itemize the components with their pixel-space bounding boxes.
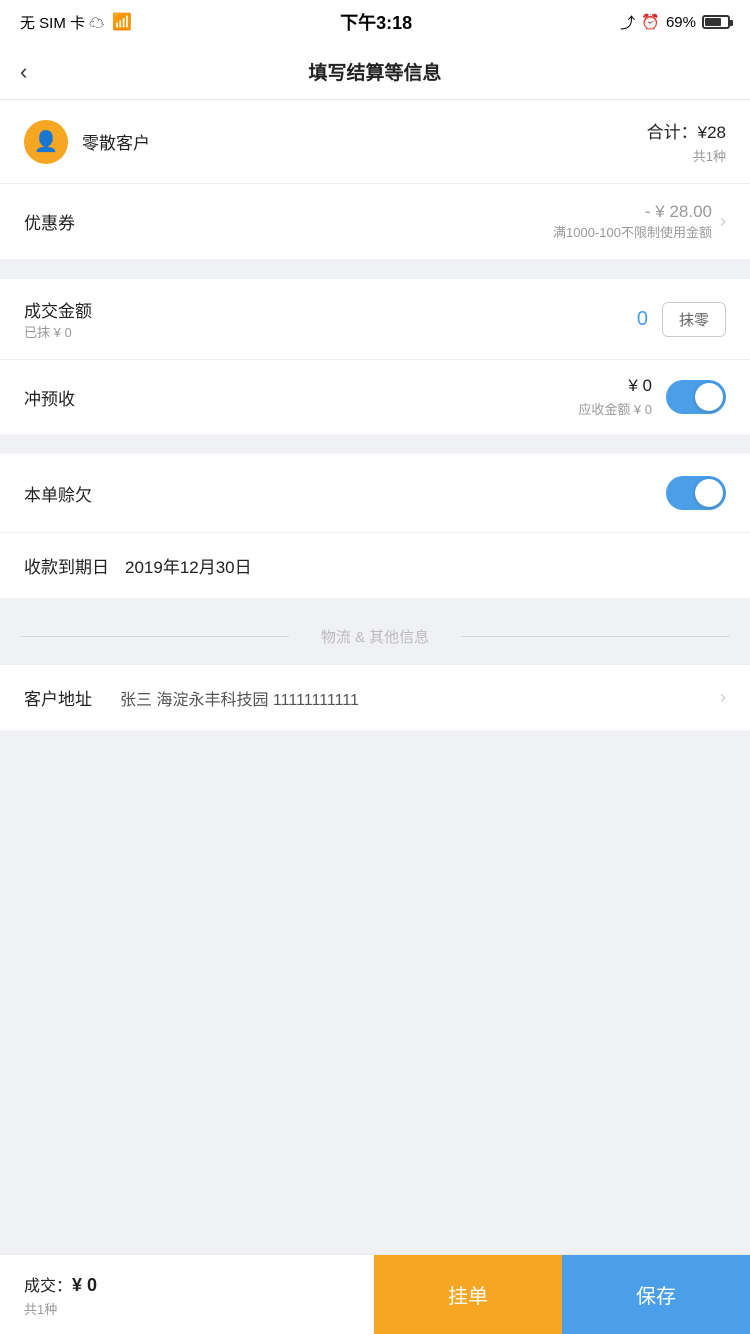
chevron-right-icon: ›	[720, 211, 726, 232]
debit-row: 本单赊欠	[0, 454, 750, 532]
prepayment-receivable: 应收金额 ¥ 0	[578, 399, 652, 418]
wifi-icon: 📶	[112, 12, 132, 32]
prepayment-left: 冲预收	[24, 385, 75, 410]
status-bar: 无 SIM 卡 ☁ 📶 下午3:18 ⤴ ⏰ 69%	[0, 0, 750, 44]
prepayment-toggle[interactable]	[666, 380, 726, 414]
bottom-count: 共1种	[24, 1299, 374, 1318]
toggle-knob	[695, 383, 723, 411]
sim-label: 无 SIM 卡 ☁	[20, 12, 104, 33]
bottom-bar: 成交：¥ 0 共1种 挂单 保存	[0, 1254, 750, 1334]
customer-name: 零散客户	[82, 129, 150, 154]
nav-bar: ‹ 填写结算等信息	[0, 44, 750, 100]
divider-line-left	[20, 636, 289, 637]
transaction-card: 成交金额 已抹 ¥ 0 0 抹零 冲预收 ¥ 0 应收金额 ¥ 0	[0, 279, 750, 434]
avatar-icon: 👤	[34, 129, 59, 154]
customer-row: 👤 零散客户 合计：¥28 共1种	[0, 100, 750, 183]
due-date-value: 2019年12月30日	[125, 553, 252, 578]
status-time: 下午3:18	[340, 9, 412, 35]
address-label: 客户地址	[24, 685, 104, 710]
alarm-icon: ⏰	[641, 13, 660, 31]
address-card: 客户地址 张三 海淀永丰科技园 11111111111 ›	[0, 665, 750, 730]
transaction-label: 成交金额	[24, 297, 92, 322]
save-button[interactable]: 保存	[562, 1255, 750, 1334]
content-area: 👤 零散客户 合计：¥28 共1种 优惠券 - ¥ 28.00 满1000-10…	[0, 100, 750, 830]
back-button[interactable]: ‹	[20, 59, 27, 85]
bottom-summary: 成交：¥ 0 共1种	[0, 1272, 374, 1318]
bottom-deal-amount: ¥ 0	[72, 1275, 97, 1295]
debit-toggle[interactable]	[666, 476, 726, 510]
coupon-desc: 满1000-100不限制使用金额	[553, 222, 712, 241]
address-row[interactable]: 客户地址 张三 海淀永丰科技园 11111111111 ›	[0, 665, 750, 730]
prepayment-amount: ¥ 0	[578, 376, 652, 396]
transaction-row: 成交金额 已抹 ¥ 0 0 抹零	[0, 279, 750, 360]
coupon-amount: - ¥ 28.00	[553, 202, 712, 222]
location-icon: ⤴	[620, 12, 635, 33]
total-count: 共1种	[647, 146, 726, 165]
debit-card: 本单赊欠 收款到期日 2019年12月30日	[0, 454, 750, 598]
status-right: ⤴ ⏰ 69%	[620, 12, 730, 33]
prepayment-right: ¥ 0 应收金额 ¥ 0	[578, 376, 726, 418]
divider-line-right	[461, 636, 730, 637]
address-chevron-icon: ›	[720, 687, 726, 708]
customer-left: 👤 零散客户	[24, 120, 150, 164]
logistics-divider: 物流 & 其他信息	[0, 626, 750, 647]
bottom-deal: 成交：¥ 0	[24, 1272, 374, 1296]
due-date-label: 收款到期日	[24, 553, 109, 578]
logistics-section: 物流 & 其他信息	[0, 608, 750, 665]
transaction-left: 成交金额 已抹 ¥ 0	[24, 297, 92, 341]
debit-label: 本单赊欠	[24, 481, 92, 506]
battery-percent: 69%	[666, 14, 696, 31]
section-divider-2	[0, 444, 750, 454]
logistics-label: 物流 & 其他信息	[321, 626, 429, 647]
avatar: 👤	[24, 120, 68, 164]
section-divider-1	[0, 269, 750, 279]
customer-card: 👤 零散客户 合计：¥28 共1种 优惠券 - ¥ 28.00 满1000-10…	[0, 100, 750, 259]
transaction-value: 0	[637, 308, 648, 331]
prepayment-row: 冲预收 ¥ 0 应收金额 ¥ 0	[0, 360, 750, 434]
transaction-right: 0 抹零	[637, 302, 726, 337]
prepayment-label: 冲预收	[24, 385, 75, 410]
address-value: 张三 海淀永丰科技园 11111111111	[120, 686, 720, 710]
coupon-row[interactable]: 优惠券 - ¥ 28.00 满1000-100不限制使用金额 ›	[0, 183, 750, 259]
total-label: 合计：¥28	[647, 118, 726, 143]
due-date-row: 收款到期日 2019年12月30日	[0, 532, 750, 598]
bottom-deal-label: 成交：	[24, 1278, 72, 1295]
page-title: 填写结算等信息	[308, 58, 441, 85]
battery-icon	[702, 15, 730, 29]
debit-toggle-knob	[695, 479, 723, 507]
already-zero: 已抹 ¥ 0	[24, 322, 92, 341]
status-left: 无 SIM 卡 ☁ 📶	[20, 12, 132, 33]
prepayment-amount-col: ¥ 0 应收金额 ¥ 0	[578, 376, 652, 418]
customer-right: 合计：¥28 共1种	[647, 118, 726, 165]
round-zero-button[interactable]: 抹零	[662, 302, 726, 337]
coupon-info: - ¥ 28.00 满1000-100不限制使用金额	[553, 202, 712, 241]
coupon-label: 优惠券	[24, 209, 75, 234]
pending-button[interactable]: 挂单	[374, 1255, 562, 1334]
coupon-right: - ¥ 28.00 满1000-100不限制使用金额 ›	[553, 202, 726, 241]
